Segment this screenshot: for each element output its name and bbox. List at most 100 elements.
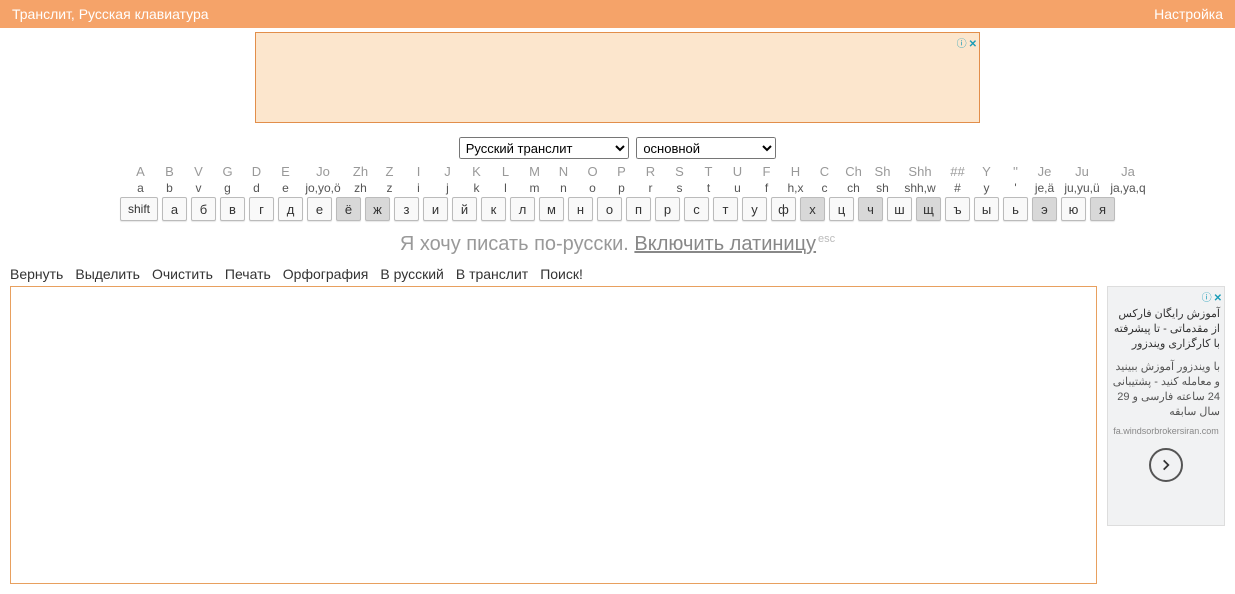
kb-key-ь[interactable]: ь bbox=[1003, 197, 1028, 221]
kb-header2: ja,ya,q bbox=[1107, 181, 1149, 195]
kb-key-э[interactable]: э bbox=[1032, 197, 1057, 221]
kb-header2: ch bbox=[841, 181, 866, 195]
toggle-latin-link[interactable]: Включить латиницу bbox=[634, 233, 816, 255]
kb-header2: e bbox=[273, 181, 298, 195]
kb-header2: d bbox=[244, 181, 269, 195]
kb-key-о[interactable]: о bbox=[597, 197, 622, 221]
kb-key-е[interactable]: е bbox=[307, 197, 332, 221]
toolbar-вернуть[interactable]: Вернуть bbox=[10, 266, 63, 282]
toolbar-в транслит[interactable]: В транслит bbox=[456, 266, 528, 282]
kb-header2: l bbox=[493, 181, 518, 195]
kb-header1: Zh bbox=[348, 165, 373, 179]
kb-key-м[interactable]: м bbox=[539, 197, 564, 221]
kb-header2: je,ä bbox=[1032, 181, 1057, 195]
settings-link[interactable]: Настройка bbox=[1154, 6, 1223, 22]
site-title-link[interactable]: Транслит, Русская клавиатура bbox=[12, 6, 209, 22]
kb-header1: Ch bbox=[841, 165, 866, 179]
ad-headline: آموزش رایگان فارکس از مقدماتی - تا پیشرف… bbox=[1112, 307, 1220, 352]
kb-header2: y bbox=[974, 181, 999, 195]
kb-header2: ' bbox=[1003, 181, 1028, 195]
side-ad-banner[interactable]: ⓘ✕ آموزش رایگان فارکس از مقدماتی - تا پی… bbox=[1107, 286, 1225, 526]
kb-header2: m bbox=[522, 181, 547, 195]
ad-info-icon[interactable]: ⓘ✕ bbox=[1202, 289, 1222, 304]
kb-header1: Ju bbox=[1061, 165, 1103, 179]
kb-key-с[interactable]: с bbox=[684, 197, 709, 221]
kb-header2: r bbox=[638, 181, 663, 195]
kb-header1: V bbox=[186, 165, 211, 179]
ad-close-icon[interactable]: ✕ bbox=[1214, 293, 1222, 304]
kb-key-х[interactable]: х bbox=[800, 197, 825, 221]
kb-header1: Y bbox=[974, 165, 999, 179]
kb-key-ъ[interactable]: ъ bbox=[945, 197, 970, 221]
kb-key-п[interactable]: п bbox=[626, 197, 651, 221]
kb-header2: a bbox=[128, 181, 153, 195]
kb-key-ы[interactable]: ы bbox=[974, 197, 999, 221]
kb-key-ф[interactable]: ф bbox=[771, 197, 796, 221]
layout-select[interactable]: основной bbox=[636, 137, 776, 159]
kb-header2: c bbox=[812, 181, 837, 195]
kb-header1: B bbox=[157, 165, 182, 179]
kb-header1: Ja bbox=[1107, 165, 1149, 179]
kb-header2: u bbox=[725, 181, 750, 195]
kb-key-в[interactable]: в bbox=[220, 197, 245, 221]
kb-header1: O bbox=[580, 165, 605, 179]
kb-header2: b bbox=[157, 181, 182, 195]
kb-header1: U bbox=[725, 165, 750, 179]
kb-header2: shh,w bbox=[899, 181, 941, 195]
kb-header1: I bbox=[406, 165, 431, 179]
ad-close-icon[interactable]: ✕ bbox=[969, 39, 977, 50]
kb-header1: R bbox=[638, 165, 663, 179]
ad-arrow-button[interactable] bbox=[1149, 448, 1183, 482]
toolbar-печать[interactable]: Печать bbox=[225, 266, 271, 282]
kb-key-а[interactable]: а bbox=[162, 197, 187, 221]
kb-header2: sh bbox=[870, 181, 895, 195]
main-textarea[interactable] bbox=[10, 286, 1097, 584]
toolbar-в русский[interactable]: В русский bbox=[380, 266, 443, 282]
kb-header2: # bbox=[945, 181, 970, 195]
kb-key-ю[interactable]: ю bbox=[1061, 197, 1086, 221]
kb-key-к[interactable]: к bbox=[481, 197, 506, 221]
kb-key-л[interactable]: л bbox=[510, 197, 535, 221]
language-select[interactable]: Русский транслит bbox=[459, 137, 629, 159]
kb-header1: L bbox=[493, 165, 518, 179]
ad-body: با ویندزور آموزش ببینید و معامله کنید - … bbox=[1112, 360, 1220, 420]
toolbar-поиск![interactable]: Поиск! bbox=[540, 266, 583, 282]
kb-key-у[interactable]: у bbox=[742, 197, 767, 221]
kb-header1: Jo bbox=[302, 165, 344, 179]
kb-header1: Z bbox=[377, 165, 402, 179]
kb-key-ё[interactable]: ё bbox=[336, 197, 361, 221]
toolbar-выделить[interactable]: Выделить bbox=[75, 266, 140, 282]
kb-key-д[interactable]: д bbox=[278, 197, 303, 221]
kb-key-ш[interactable]: ш bbox=[887, 197, 912, 221]
kb-key-ц[interactable]: ц bbox=[829, 197, 854, 221]
kb-key-н[interactable]: н bbox=[568, 197, 593, 221]
kb-header1: P bbox=[609, 165, 634, 179]
ad-info-icon[interactable]: ⓘ✕ bbox=[957, 35, 977, 50]
kb-key-й[interactable]: й bbox=[452, 197, 477, 221]
kb-key-ж[interactable]: ж bbox=[365, 197, 390, 221]
kb-header2: j bbox=[435, 181, 460, 195]
top-ad-banner[interactable]: ⓘ✕ bbox=[255, 32, 980, 123]
shift-key[interactable]: shift bbox=[120, 197, 158, 221]
kb-key-г[interactable]: г bbox=[249, 197, 274, 221]
toolbar-очистить[interactable]: Очистить bbox=[152, 266, 213, 282]
kb-header1: S bbox=[667, 165, 692, 179]
kb-header2: ju,yu,ü bbox=[1061, 181, 1103, 195]
kb-header2: p bbox=[609, 181, 634, 195]
kb-header2: v bbox=[186, 181, 211, 195]
kb-header1: Je bbox=[1032, 165, 1057, 179]
kb-header1: J bbox=[435, 165, 460, 179]
kb-header2: h,x bbox=[783, 181, 808, 195]
kb-key-з[interactable]: з bbox=[394, 197, 419, 221]
kb-key-щ[interactable]: щ bbox=[916, 197, 941, 221]
kb-header2: i bbox=[406, 181, 431, 195]
kb-header2: s bbox=[667, 181, 692, 195]
kb-key-и[interactable]: и bbox=[423, 197, 448, 221]
kb-key-т[interactable]: т bbox=[713, 197, 738, 221]
kb-key-ч[interactable]: ч bbox=[858, 197, 883, 221]
kb-header1: Sh bbox=[870, 165, 895, 179]
toolbar-орфография[interactable]: Орфография bbox=[283, 266, 369, 282]
kb-key-б[interactable]: б bbox=[191, 197, 216, 221]
kb-key-я[interactable]: я bbox=[1090, 197, 1115, 221]
kb-key-р[interactable]: р bbox=[655, 197, 680, 221]
